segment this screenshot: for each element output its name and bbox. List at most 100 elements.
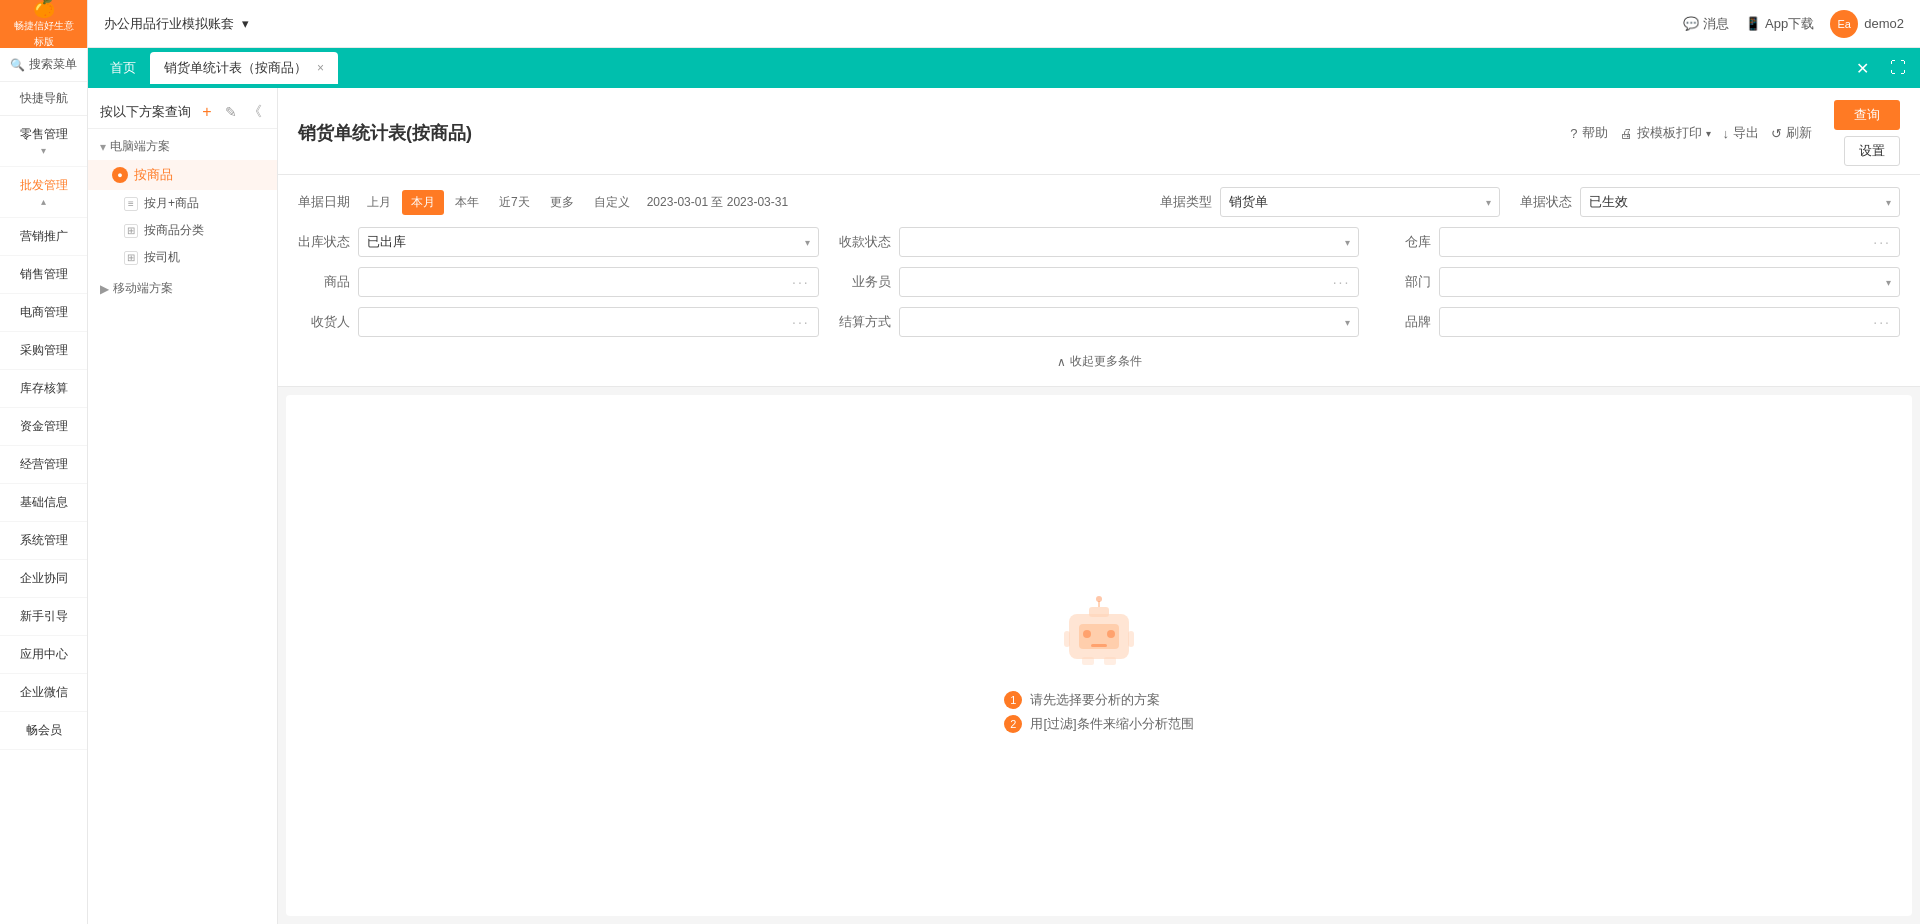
sidebar-item-enterprise[interactable]: 企业协同 xyxy=(0,560,87,598)
sidebar-item-system[interactable]: 系统管理 xyxy=(0,522,87,560)
sidebar-item-appcenter[interactable]: 应用中心 xyxy=(0,636,87,674)
sidebar-item-retail[interactable]: 零售管理 ▾ xyxy=(0,116,87,167)
message-icon: 💬 xyxy=(1683,16,1699,31)
page-title-bar: 销货单统计表(按商品) ? 帮助 🖨 按模板打印 ▾ ↓ xyxy=(278,88,1920,175)
add-scheme-button[interactable]: + xyxy=(197,102,217,122)
date-tab-this-year[interactable]: 本年 xyxy=(446,190,488,215)
user-name: demo2 xyxy=(1864,16,1904,31)
sidebar-item-label: 营销推广 xyxy=(20,228,68,245)
sidebar-item-operation[interactable]: 经营管理 xyxy=(0,446,87,484)
date-tab-more[interactable]: 更多 xyxy=(541,190,583,215)
search-icon: 🔍 xyxy=(10,58,25,72)
panel-actions: + ✎ 《 xyxy=(197,102,265,122)
doc-status-value: 已生效 xyxy=(1589,193,1628,211)
warehouse-input[interactable]: ··· xyxy=(1439,227,1900,257)
left-panel-header: 按以下方案查询 + ✎ 《 xyxy=(88,96,277,129)
user-info[interactable]: Ea demo2 xyxy=(1830,10,1904,38)
chevron-icon: ▴ xyxy=(41,196,46,207)
out-status-input[interactable]: 已出库 ▾ xyxy=(358,227,819,257)
doc-type-input[interactable]: 销货单 ▾ xyxy=(1220,187,1500,217)
dropdown-arrow-icon: ▾ xyxy=(1886,277,1891,288)
sidebar-item-inventory[interactable]: 库存核算 xyxy=(0,370,87,408)
svg-rect-11 xyxy=(1104,657,1116,665)
print-button[interactable]: 🖨 按模板打印 ▾ xyxy=(1620,124,1711,142)
sidebar-item-sales[interactable]: 销售管理 xyxy=(0,256,87,294)
collapse-filter-button[interactable]: ∧ 收起更多条件 xyxy=(298,347,1900,374)
pay-status-field: 收款状态 ▾ xyxy=(839,227,1360,257)
scheme-by-month-product[interactable]: ≡ 按月+商品 xyxy=(88,190,277,217)
sidebar-item-basic[interactable]: 基础信息 xyxy=(0,484,87,522)
brand-field: 品牌 ··· xyxy=(1379,307,1900,337)
date-tab-current-month[interactable]: 本月 xyxy=(402,190,444,215)
receiver-label: 收货人 xyxy=(298,313,350,331)
doc-status-label: 单据状态 xyxy=(1520,193,1572,211)
svg-point-3 xyxy=(1107,630,1115,638)
sidebar-item-label: 采购管理 xyxy=(20,342,68,359)
filter-area: 单据日期 上月 本月 本年 近7天 更多 自定义 2023-03-01 至 20… xyxy=(278,175,1920,387)
salesperson-input[interactable]: ··· xyxy=(899,267,1360,297)
date-tab-7days[interactable]: 近7天 xyxy=(490,190,539,215)
sidebar-item-purchase[interactable]: 采购管理 xyxy=(0,332,87,370)
page-title: 销货单统计表(按商品) xyxy=(298,121,472,145)
pay-status-input[interactable]: ▾ xyxy=(899,227,1360,257)
department-input[interactable]: ▾ xyxy=(1439,267,1900,297)
right-content: 销货单统计表(按商品) ? 帮助 🖨 按模板打印 ▾ ↓ xyxy=(278,88,1920,924)
desktop-group-title[interactable]: ▾ 电脑端方案 xyxy=(88,133,277,160)
svg-rect-9 xyxy=(1128,631,1134,647)
scheme-by-scanner[interactable]: ⊞ 按司机 xyxy=(88,244,277,271)
mobile-group-title[interactable]: ▶ 移动端方案 xyxy=(88,275,277,302)
collapse-panel-button[interactable]: 《 xyxy=(245,102,265,122)
refresh-button[interactable]: ↺ 刷新 xyxy=(1771,124,1812,142)
sidebar-item-label: 资金管理 xyxy=(20,418,68,435)
tab-active[interactable]: 销货单统计表（按商品） × xyxy=(150,52,338,84)
tab-minimize-button[interactable]: ✕ xyxy=(1848,54,1876,82)
help-button[interactable]: ? 帮助 xyxy=(1570,124,1607,142)
sidebar-item-marketing[interactable]: 营销推广 xyxy=(0,218,87,256)
tab-bar-actions: ✕ ⛶ xyxy=(1848,54,1912,82)
settlement-input[interactable]: ▾ xyxy=(899,307,1360,337)
collapse-label: 收起更多条件 xyxy=(1070,353,1142,370)
search-menu-button[interactable]: 🔍 搜索菜单 xyxy=(0,48,87,82)
header-right-actions: ? 帮助 🖨 按模板打印 ▾ ↓ 导出 ↺ xyxy=(1570,100,1900,166)
quick-nav-button[interactable]: 快捷导航 xyxy=(0,82,87,116)
tip-text-1: 请先选择要分析的方案 xyxy=(1030,691,1160,709)
sidebar-item-label: 电商管理 xyxy=(20,304,68,321)
sidebar-item-finance[interactable]: 资金管理 xyxy=(0,408,87,446)
sub-scheme-label: 按商品分类 xyxy=(144,222,204,239)
product-input[interactable]: ··· xyxy=(358,267,819,297)
app-name-area[interactable]: 办公用品行业模拟账套 ▾ xyxy=(104,15,249,33)
mobile-group-label: 移动端方案 xyxy=(113,280,173,297)
date-tab-last-month[interactable]: 上月 xyxy=(358,190,400,215)
receiver-input[interactable]: ··· xyxy=(358,307,819,337)
app-name-label: 办公用品行业模拟账套 xyxy=(104,15,234,33)
search-menu-label: 搜索菜单 xyxy=(29,56,77,73)
sidebar-item-member[interactable]: 畅会员 xyxy=(0,712,87,750)
scheme-by-product[interactable]: ● 按商品 xyxy=(88,160,277,190)
edit-scheme-button[interactable]: ✎ xyxy=(221,102,241,122)
sidebar-item-label: 经营管理 xyxy=(20,456,68,473)
tab-maximize-button[interactable]: ⛶ xyxy=(1884,54,1912,82)
message-button[interactable]: 💬 消息 xyxy=(1683,15,1729,33)
sidebar-item-ecommerce[interactable]: 电商管理 xyxy=(0,294,87,332)
scheme-by-category[interactable]: ⊞ 按商品分类 xyxy=(88,217,277,244)
sidebar-item-weixin[interactable]: 企业微信 xyxy=(0,674,87,712)
chevron-down-icon: ▾ xyxy=(100,140,106,154)
tab-close-icon[interactable]: × xyxy=(317,61,324,75)
sidebar-item-label: 畅会员 xyxy=(26,722,62,739)
app-download-button[interactable]: 📱 App下载 xyxy=(1745,15,1814,33)
date-tab-custom[interactable]: 自定义 xyxy=(585,190,639,215)
filter-row-4: 收货人 ··· 结算方式 ▾ 品牌 xyxy=(298,307,1900,337)
sidebar-item-wholesale[interactable]: 批发管理 ▴ xyxy=(0,167,87,218)
doc-status-input[interactable]: 已生效 ▾ xyxy=(1580,187,1900,217)
sidebar-item-newbie[interactable]: 新手引导 xyxy=(0,598,87,636)
brand-input[interactable]: ··· xyxy=(1439,307,1900,337)
settings-button[interactable]: 设置 xyxy=(1844,136,1900,166)
header-right: 💬 消息 📱 App下载 Ea demo2 xyxy=(1683,10,1904,38)
tab-bar: 首页 销货单统计表（按商品） × ✕ ⛶ xyxy=(88,48,1920,88)
date-tabs: 上月 本月 本年 近7天 更多 自定义 xyxy=(358,190,639,215)
query-button[interactable]: 查询 xyxy=(1834,100,1900,130)
help-label: 帮助 xyxy=(1582,124,1608,142)
tab-home[interactable]: 首页 xyxy=(96,52,150,84)
export-button[interactable]: ↓ 导出 xyxy=(1723,124,1760,142)
empty-state: 1 请先选择要分析的方案 2 用[过滤]条件来缩小分析范围 xyxy=(1004,579,1193,733)
